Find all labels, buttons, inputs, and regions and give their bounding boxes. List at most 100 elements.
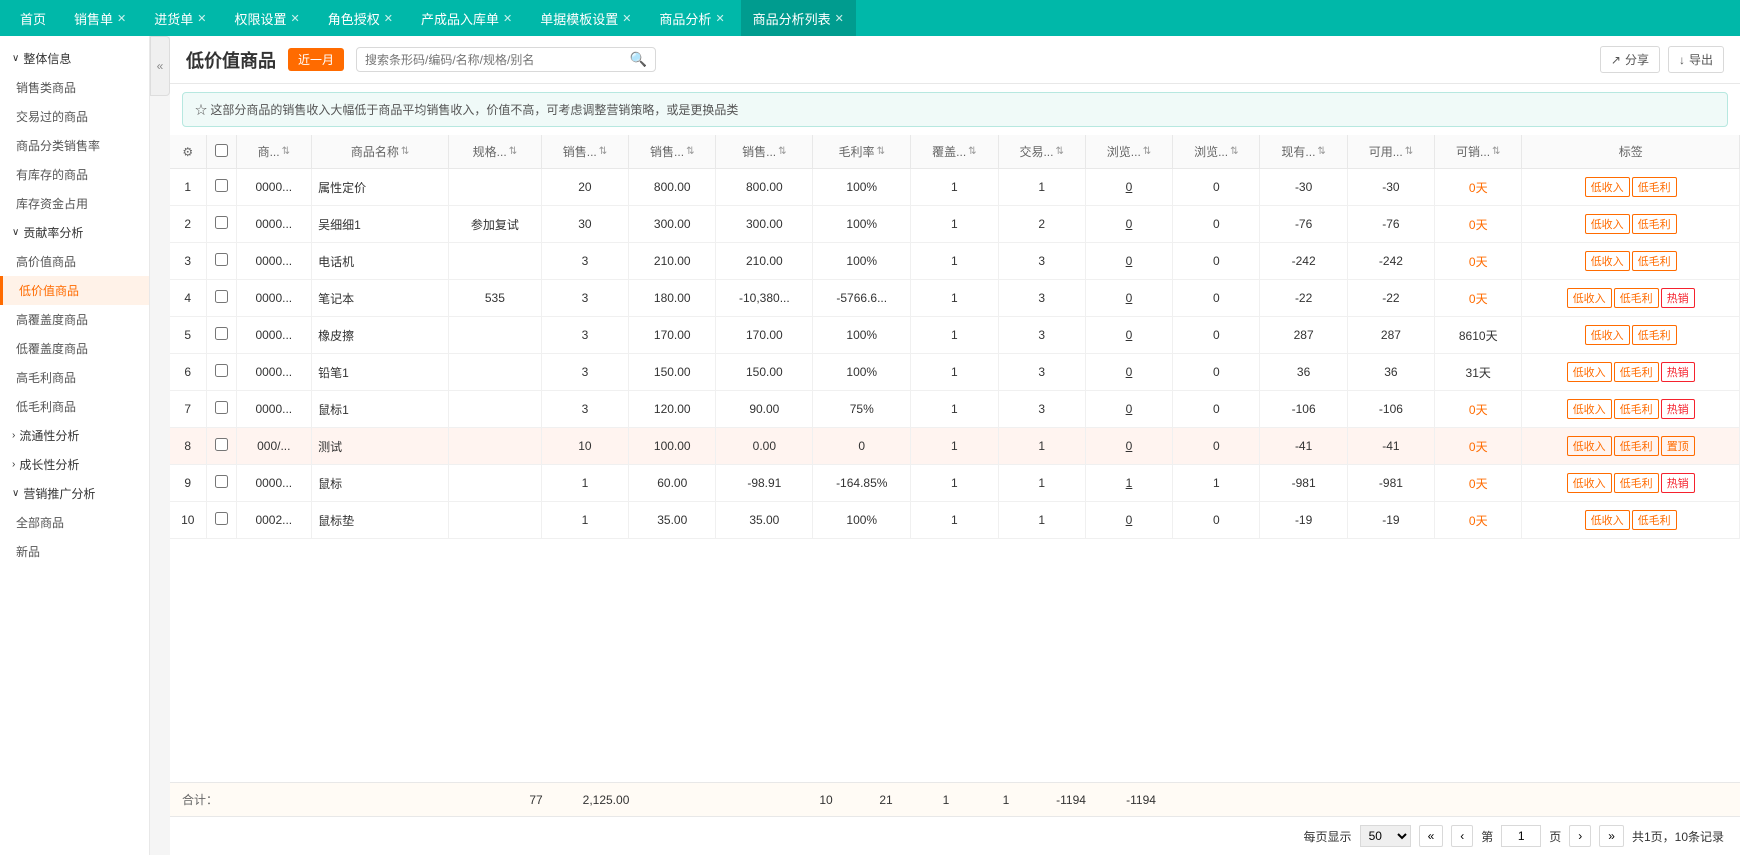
row-browse1[interactable]: 0: [1085, 317, 1172, 354]
row-checkbox[interactable]: [215, 216, 228, 229]
nav-sales[interactable]: 销售单 ✕: [62, 0, 138, 36]
select-all-checkbox[interactable]: [215, 144, 228, 157]
nav-template[interactable]: 单据模板设置 ✕: [528, 0, 643, 36]
row-checkbox-cell[interactable]: [206, 465, 236, 502]
nav-product-analysis-list[interactable]: 商品分析列表 ✕: [741, 0, 856, 36]
row-checkbox-cell[interactable]: [206, 169, 236, 206]
sidebar-item-low-value[interactable]: 低价值商品: [0, 276, 149, 305]
row-checkbox[interactable]: [215, 512, 228, 525]
sidebar-item-category-rate[interactable]: 商品分类销售率: [0, 131, 149, 160]
page-number-input[interactable]: [1501, 825, 1541, 847]
sidebar-item-in-stock[interactable]: 有库存的商品: [0, 160, 149, 189]
close-sales-icon[interactable]: ✕: [117, 12, 126, 25]
search-input[interactable]: [365, 53, 624, 67]
sidebar-item-sales-products[interactable]: 销售类商品: [0, 73, 149, 102]
row-checkbox-cell[interactable]: [206, 391, 236, 428]
row-browse1[interactable]: 0: [1085, 206, 1172, 243]
col-gross-rate[interactable]: 毛利率 ⇅: [813, 135, 911, 169]
row-checkbox-cell[interactable]: [206, 428, 236, 465]
row-browse1[interactable]: 1: [1085, 465, 1172, 502]
col-spec[interactable]: 规格... ⇅: [448, 135, 541, 169]
sidebar-item-high-coverage[interactable]: 高覆盖度商品: [0, 305, 149, 334]
col-coverage[interactable]: 覆盖... ⇅: [911, 135, 998, 169]
nav-role-auth[interactable]: 角色授权 ✕: [316, 0, 405, 36]
search-icon[interactable]: 🔍: [630, 51, 647, 68]
first-page-button[interactable]: «: [1419, 825, 1444, 847]
sidebar-item-stock-fund[interactable]: 库存资金占用: [0, 189, 149, 218]
col-current-stock[interactable]: 现有... ⇅: [1260, 135, 1347, 169]
col-code[interactable]: 商... ⇅: [236, 135, 312, 169]
row-checkbox-cell[interactable]: [206, 502, 236, 539]
row-checkbox[interactable]: [215, 475, 228, 488]
close-analysis-icon[interactable]: ✕: [715, 12, 724, 25]
close-product-entry-icon[interactable]: ✕: [503, 12, 512, 25]
per-page-select[interactable]: 50 100 200: [1360, 825, 1411, 847]
col-available[interactable]: 可用... ⇅: [1347, 135, 1434, 169]
row-checkbox[interactable]: [215, 401, 228, 414]
row-checkbox[interactable]: [215, 364, 228, 377]
nav-product-entry[interactable]: 产成品入库单 ✕: [409, 0, 524, 36]
close-purchase-icon[interactable]: ✕: [197, 12, 206, 25]
row-checkbox[interactable]: [215, 327, 228, 340]
row-browse1[interactable]: 0: [1085, 169, 1172, 206]
col-sales-gross[interactable]: 销售... ⇅: [716, 135, 813, 169]
row-checkbox-cell[interactable]: [206, 243, 236, 280]
row-checkbox-cell[interactable]: [206, 280, 236, 317]
row-checkbox[interactable]: [215, 179, 228, 192]
row-browse1[interactable]: 0: [1085, 502, 1172, 539]
col-saleable[interactable]: 可销... ⇅: [1435, 135, 1522, 169]
sidebar-collapse-button[interactable]: «: [150, 36, 170, 96]
col-trade[interactable]: 交易... ⇅: [998, 135, 1085, 169]
row-checkbox[interactable]: [215, 290, 228, 303]
table-container[interactable]: ⚙ 商... ⇅ 商品名称 ⇅ 规格... ⇅ 销售... ⇅ 销售... ⇅ …: [170, 135, 1740, 782]
nav-product-analysis[interactable]: 商品分析 ✕: [647, 0, 736, 36]
sidebar-item-all-products[interactable]: 全部商品: [0, 508, 149, 537]
nav-purchase[interactable]: 进货单 ✕: [142, 0, 218, 36]
settings-icon[interactable]: ⚙: [182, 145, 193, 159]
row-name: 笔记本: [312, 280, 449, 317]
col-tags: 标签: [1522, 135, 1740, 169]
sidebar-section-marketing[interactable]: ∨营销推广分析: [0, 479, 149, 508]
row-browse1[interactable]: 0: [1085, 354, 1172, 391]
sidebar-section-circulation[interactable]: ›流通性分析: [0, 421, 149, 450]
sidebar-item-new-products[interactable]: 新品: [0, 537, 149, 566]
sidebar-section-contribution[interactable]: ∨贡献率分析: [0, 218, 149, 247]
col-sales-amount[interactable]: 销售... ⇅: [629, 135, 716, 169]
col-browse1[interactable]: 浏览... ⇅: [1085, 135, 1172, 169]
close-permissions-icon[interactable]: ✕: [291, 12, 300, 25]
row-checkbox-cell[interactable]: [206, 317, 236, 354]
row-checkbox[interactable]: [215, 253, 228, 266]
row-browse1[interactable]: 0: [1085, 280, 1172, 317]
row-browse1[interactable]: 0: [1085, 428, 1172, 465]
row-checkbox-cell[interactable]: [206, 354, 236, 391]
sidebar-item-high-value[interactable]: 高价值商品: [0, 247, 149, 276]
row-tags: 低收入低毛利: [1522, 502, 1740, 539]
time-filter-button[interactable]: 近一月: [288, 48, 344, 71]
close-role-icon[interactable]: ✕: [384, 12, 393, 25]
row-browse1[interactable]: 0: [1085, 391, 1172, 428]
last-page-button[interactable]: »: [1599, 825, 1624, 847]
nav-permissions[interactable]: 权限设置 ✕: [222, 0, 311, 36]
sidebar-section-overall[interactable]: ∨整体信息: [0, 44, 149, 73]
row-checkbox-cell[interactable]: [206, 206, 236, 243]
col-sales-qty[interactable]: 销售... ⇅: [541, 135, 628, 169]
nav-home[interactable]: 首页: [8, 0, 58, 36]
col-name[interactable]: 商品名称 ⇅: [312, 135, 449, 169]
sidebar-section-growth[interactable]: ›成长性分析: [0, 450, 149, 479]
col-settings[interactable]: ⚙: [170, 135, 206, 169]
sidebar-item-low-profit[interactable]: 低毛利商品: [0, 392, 149, 421]
export-button[interactable]: ↓ 导出: [1668, 46, 1724, 73]
col-browse2[interactable]: 浏览... ⇅: [1173, 135, 1260, 169]
sidebar-item-low-coverage[interactable]: 低覆盖度商品: [0, 334, 149, 363]
row-checkbox[interactable]: [215, 438, 228, 451]
sidebar-item-traded[interactable]: 交易过的商品: [0, 102, 149, 131]
close-template-icon[interactable]: ✕: [622, 12, 631, 25]
row-sales-gross: 170.00: [716, 317, 813, 354]
tag-低毛利: 低毛利: [1632, 251, 1677, 271]
row-browse1[interactable]: 0: [1085, 243, 1172, 280]
sidebar-item-high-profit[interactable]: 高毛利商品: [0, 363, 149, 392]
next-page-button[interactable]: ›: [1569, 825, 1591, 847]
prev-page-button[interactable]: ‹: [1451, 825, 1473, 847]
close-analysis-list-icon[interactable]: ✕: [835, 12, 844, 25]
share-button[interactable]: ↗ 分享: [1600, 46, 1660, 73]
